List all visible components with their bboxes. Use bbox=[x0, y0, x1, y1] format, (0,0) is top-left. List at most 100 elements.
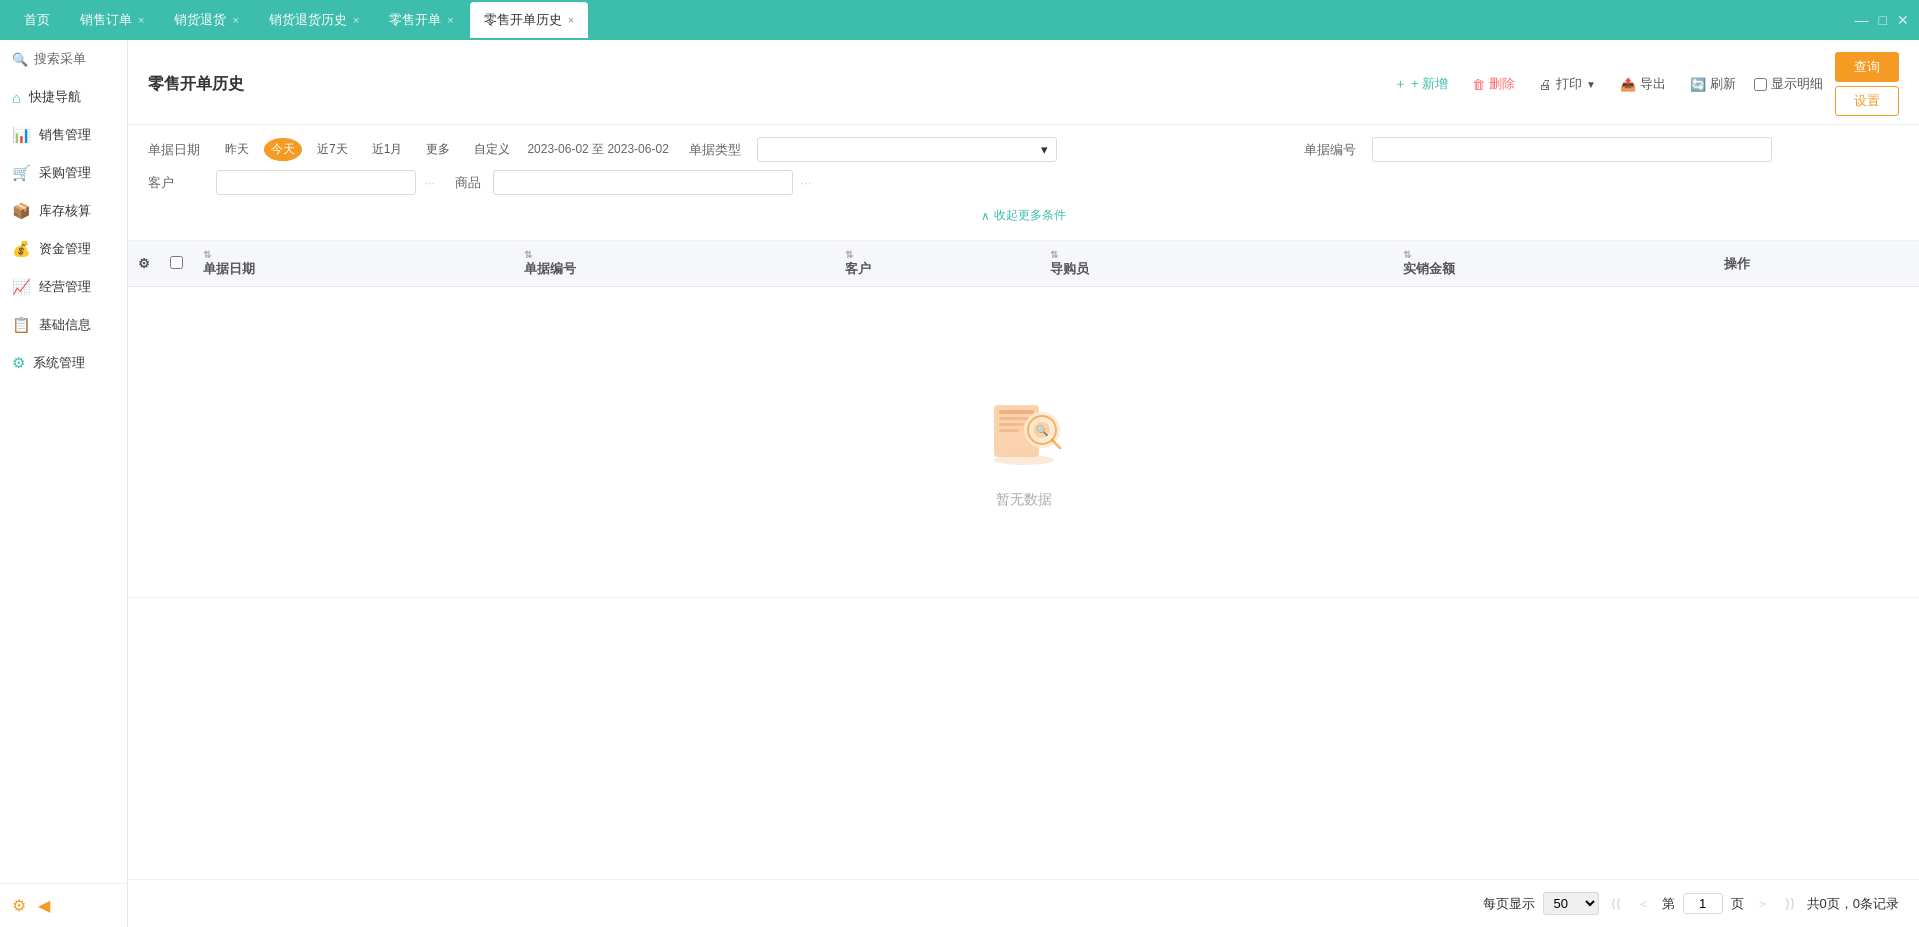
search-icon: 🔍 bbox=[12, 52, 28, 67]
tab-close-sales-order[interactable]: × bbox=[138, 14, 144, 26]
date-btn-7days[interactable]: 近7天 bbox=[308, 138, 357, 161]
select-all-checkbox[interactable] bbox=[170, 256, 183, 269]
add-button[interactable]: ＋ + 新增 bbox=[1388, 71, 1454, 97]
delete-button[interactable]: 🗑 删除 bbox=[1466, 71, 1521, 97]
tab-sales-order[interactable]: 销售订单× bbox=[66, 2, 158, 38]
sidebar-item-ops-mgmt[interactable]: 📈经营管理 bbox=[0, 268, 127, 306]
collapse-icon: ∧ bbox=[981, 209, 990, 223]
filter-area: 单据日期 昨天 今天 近7天 近1月 更多 自定义 2023-06-02 至 2… bbox=[128, 125, 1919, 241]
col-amount[interactable]: 实销金额 bbox=[1393, 241, 1714, 287]
close-button[interactable]: ✕ bbox=[1897, 12, 1909, 28]
empty-cell: 🔍 暂无数据 bbox=[128, 287, 1919, 598]
print-button[interactable]: 🖨 打印 ▼ bbox=[1533, 71, 1602, 97]
sidebar-label-sys-mgmt: 系统管理 bbox=[33, 354, 85, 372]
date-btn-1month[interactable]: 近1月 bbox=[363, 138, 412, 161]
display-detail-label: 显示明细 bbox=[1771, 75, 1823, 93]
tab-sales-return[interactable]: 销货退货× bbox=[160, 2, 252, 38]
sidebar-search[interactable]: 🔍 搜索采单 bbox=[0, 40, 127, 78]
sidebar-label-quick-nav: 快捷导航 bbox=[29, 88, 81, 106]
query-button[interactable]: 查询 bbox=[1835, 52, 1899, 82]
tab-sales-return-history[interactable]: 销货退货历史× bbox=[255, 2, 373, 38]
col-date[interactable]: 单据日期 bbox=[193, 241, 514, 287]
goods-dots: ··· bbox=[801, 175, 812, 190]
sidebar-icon-quick-nav: ⌂ bbox=[12, 89, 21, 106]
empty-text: 暂无数据 bbox=[996, 491, 1052, 509]
customer-filter-input[interactable] bbox=[216, 170, 416, 195]
content-area: 零售开单历史 ＋ + 新增 🗑 删除 🖨 打印 ▼ 📤 导出 bbox=[128, 40, 1919, 927]
export-button[interactable]: 📤 导出 bbox=[1614, 71, 1672, 97]
col-number-label: 单据编号 bbox=[524, 261, 576, 276]
date-btn-custom[interactable]: 自定义 bbox=[465, 138, 519, 161]
refresh-button[interactable]: 🔄 刷新 bbox=[1684, 71, 1742, 97]
goods-filter-input[interactable] bbox=[493, 170, 793, 195]
sidebar-item-finance-mgmt[interactable]: 💰资金管理 bbox=[0, 230, 127, 268]
table-gear-header[interactable]: ⚙ bbox=[128, 241, 160, 287]
date-btn-more[interactable]: 更多 bbox=[417, 138, 459, 161]
tab-close-sales-return-history[interactable]: × bbox=[353, 14, 359, 26]
table-checkbox-header[interactable] bbox=[160, 241, 193, 287]
add-label: + 新增 bbox=[1411, 75, 1448, 93]
col-salesperson[interactable]: 导购员 bbox=[1040, 241, 1303, 287]
data-table: ⚙ 单据日期 单据编号 bbox=[128, 241, 1919, 598]
date-filter: 昨天 今天 近7天 近1月 更多 自定义 bbox=[216, 138, 519, 161]
sidebar-item-purchase-mgmt[interactable]: 🛒采购管理 bbox=[0, 154, 127, 192]
tab-retail-open-history[interactable]: 零售开单历史× bbox=[470, 2, 588, 38]
tab-retail-open[interactable]: 零售开单× bbox=[375, 2, 467, 38]
maximize-button[interactable]: □ bbox=[1879, 12, 1887, 28]
svg-rect-2 bbox=[999, 410, 1034, 414]
settings-button[interactable]: 设置 bbox=[1835, 86, 1899, 116]
display-detail-check[interactable] bbox=[1754, 78, 1767, 91]
empty-illustration: 🔍 bbox=[974, 375, 1074, 475]
settings-bottom-icon[interactable]: ⚙ bbox=[12, 896, 26, 915]
svg-rect-5 bbox=[999, 429, 1019, 432]
type-filter-label: 单据类型 bbox=[689, 141, 749, 159]
type-dropdown-icon: ▾ bbox=[1041, 142, 1048, 157]
col-number[interactable]: 单据编号 bbox=[514, 241, 835, 287]
col-customer-label: 客户 bbox=[845, 261, 871, 276]
sidebar-item-sales-mgmt[interactable]: 📊销售管理 bbox=[0, 116, 127, 154]
print-label: 打印 bbox=[1556, 75, 1582, 93]
export-icon: 📤 bbox=[1620, 77, 1636, 92]
minimize-button[interactable]: — bbox=[1855, 12, 1869, 28]
sidebar-item-inventory[interactable]: 📦库存核算 bbox=[0, 192, 127, 230]
sort-customer-icon bbox=[845, 249, 1030, 260]
sidebar-label-purchase-mgmt: 采购管理 bbox=[39, 164, 91, 182]
page-input[interactable]: 1 bbox=[1683, 893, 1723, 914]
sidebar-item-quick-nav[interactable]: ⌂ 快捷导航 bbox=[0, 78, 127, 116]
per-page-select[interactable]: 50 10 20 100 bbox=[1543, 892, 1599, 915]
sidebar-item-basic-info[interactable]: 📋基础信息 bbox=[0, 306, 127, 344]
collapse-label: 收起更多条件 bbox=[994, 207, 1066, 224]
sidebar-bottom: ⚙ ◀ bbox=[0, 883, 127, 927]
table-header-row: ⚙ 单据日期 单据编号 bbox=[128, 241, 1919, 287]
last-page-btn[interactable]: ⟩⟩ bbox=[1781, 894, 1799, 913]
per-page-label: 每页显示 bbox=[1483, 895, 1535, 913]
col-amount-label: 实销金额 bbox=[1403, 261, 1455, 276]
col-customer[interactable]: 客户 bbox=[835, 241, 1040, 287]
svg-text:🔍: 🔍 bbox=[1036, 424, 1049, 437]
date-btn-today[interactable]: 今天 bbox=[264, 138, 302, 161]
print-dropdown-icon: ▼ bbox=[1586, 79, 1596, 90]
number-filter-input[interactable] bbox=[1372, 137, 1772, 162]
sort-amount-icon bbox=[1403, 249, 1704, 260]
col-actions: 操作 bbox=[1714, 241, 1919, 287]
table-area: ⚙ 单据日期 单据编号 bbox=[128, 241, 1919, 879]
svg-rect-3 bbox=[999, 417, 1029, 420]
customer-filter-label: 客户 bbox=[148, 174, 208, 192]
tab-home[interactable]: 首页 bbox=[10, 2, 64, 38]
collapse-sidebar-icon[interactable]: ◀ bbox=[38, 896, 50, 915]
next-page-btn[interactable]: ＞ bbox=[1752, 893, 1773, 915]
tab-close-sales-return[interactable]: × bbox=[232, 14, 238, 26]
date-btn-yesterday[interactable]: 昨天 bbox=[216, 138, 258, 161]
display-detail-checkbox[interactable]: 显示明细 bbox=[1754, 75, 1823, 93]
number-filter-label: 单据编号 bbox=[1304, 141, 1364, 159]
prev-page-btn[interactable]: ＜ bbox=[1633, 893, 1654, 915]
empty-state: 🔍 暂无数据 bbox=[138, 295, 1909, 589]
sidebar-item-sys-mgmt[interactable]: ⚙系统管理 bbox=[0, 344, 127, 382]
type-filter-select[interactable]: ▾ bbox=[757, 137, 1057, 162]
sort-number-icon bbox=[524, 249, 825, 260]
tab-close-retail-open[interactable]: × bbox=[447, 14, 453, 26]
tab-close-retail-open-history[interactable]: × bbox=[568, 14, 574, 26]
collapse-more-btn[interactable]: ∧ 收起更多条件 bbox=[148, 203, 1899, 228]
first-page-btn[interactable]: ⟨⟨ bbox=[1607, 894, 1625, 913]
sidebar-icon-finance-mgmt: 💰 bbox=[12, 240, 31, 258]
